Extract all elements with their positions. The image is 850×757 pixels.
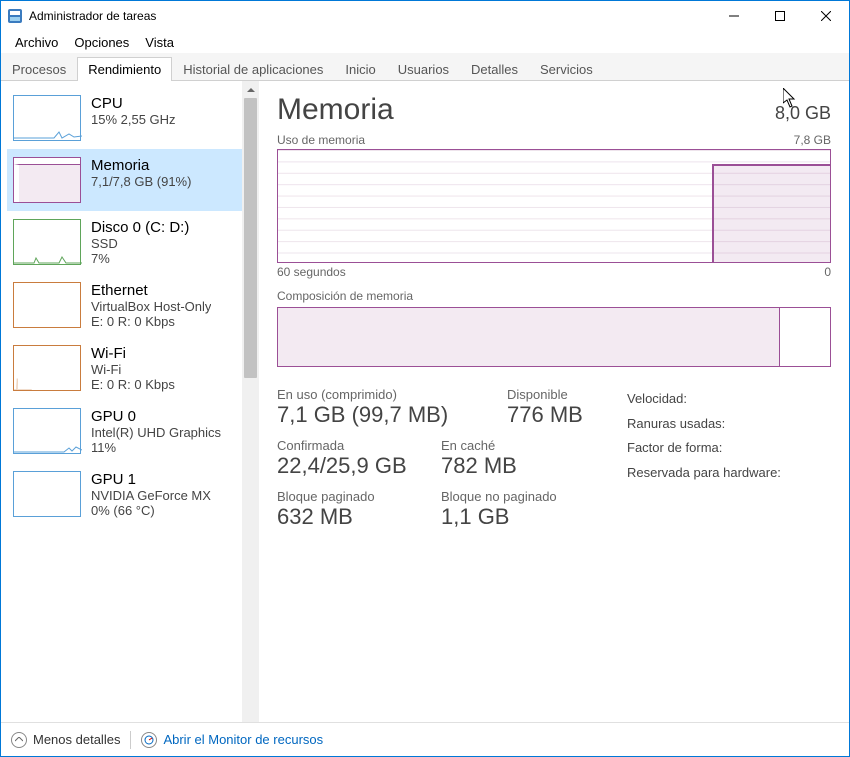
minimize-button[interactable] [711,1,757,31]
stat-label: Velocidad: [627,387,817,412]
tab-bar: Procesos Rendimiento Historial de aplica… [1,53,849,81]
stat-value: 1,1 GB [441,504,597,530]
sidebar-item-disk[interactable]: Disco 0 (C: D:)SSD7% [7,211,242,274]
tab-services[interactable]: Servicios [529,57,604,81]
wifi-thumbnail [13,345,81,391]
sidebar-label: Ethernet [91,282,211,299]
disk-thumbnail [13,219,81,265]
stat-label: Ranuras usadas: [627,412,817,437]
chart-xmin: 60 segundos [277,265,346,279]
sidebar-value: 7,1/7,8 GB (91%) [91,174,191,189]
sidebar-value: 7% [91,251,189,266]
stat-label: Bloque no paginado [441,489,597,504]
scrollbar[interactable] [242,81,259,722]
stat-value: 782 MB [441,453,597,479]
stat-label: En uso (comprimido) [277,387,487,402]
tab-performance[interactable]: Rendimiento [77,57,172,81]
sidebar-item-gpu1[interactable]: GPU 1NVIDIA GeForce MX0% (66 °C) [7,463,242,526]
tab-startup[interactable]: Inicio [334,57,386,81]
sidebar-item-memory[interactable]: Memoria7,1/7,8 GB (91%) [7,149,242,211]
gpu-thumbnail [13,408,81,454]
memory-usage-chart [277,149,831,263]
sidebar-value: 15% 2,55 GHz [91,112,176,127]
stat-label: Confirmada [277,438,433,453]
stat-label: En caché [441,438,597,453]
sidebar-item-ethernet[interactable]: EthernetVirtualBox Host-OnlyE: 0 R: 0 Kb… [7,274,242,337]
memory-composition-chart [277,307,831,367]
tab-app-history[interactable]: Historial de aplicaciones [172,57,334,81]
tab-users[interactable]: Usuarios [387,57,460,81]
sidebar-label: Wi-Fi [91,345,175,362]
stat-label: Reservada para hardware: [627,461,817,486]
stat-label: Disponible [507,387,583,402]
tab-processes[interactable]: Procesos [1,57,77,81]
maximize-button[interactable] [757,1,803,31]
sidebar-label: GPU 0 [91,408,221,425]
sidebar-value: 0% (66 °C) [91,503,211,518]
sidebar-value: 11% [91,440,221,455]
stat-label: Factor de forma: [627,436,817,461]
fewer-details-button[interactable]: Menos detalles [11,732,120,748]
sidebar-value: E: 0 R: 0 Kbps [91,377,175,392]
separator [130,731,131,749]
menubar: Archivo Opciones Vista [1,31,849,53]
sidebar-value: Wi-Fi [91,362,175,377]
total-memory: 8,0 GB [775,103,831,124]
page-title: Memoria [277,93,394,127]
monitor-icon [141,732,157,748]
stat-value: 776 MB [507,402,583,428]
statusbar: Menos detalles Abrir el Monitor de recur… [1,722,849,756]
sidebar: CPU15% 2,55 GHz Memoria7,1/7,8 GB (91%) … [1,81,259,722]
gpu-thumbnail [13,471,81,517]
scroll-up-icon[interactable] [242,81,259,98]
app-icon [7,8,23,24]
sidebar-label: CPU [91,95,176,112]
memory-thumbnail [13,157,81,203]
chart-max: 7,8 GB [794,133,831,147]
sidebar-item-gpu0[interactable]: GPU 0Intel(R) UHD Graphics11% [7,400,242,463]
menu-options[interactable]: Opciones [66,33,137,52]
sidebar-item-wifi[interactable]: Wi-FiWi-FiE: 0 R: 0 Kbps [7,337,242,400]
sidebar-value: NVIDIA GeForce MX [91,488,211,503]
stat-value: 22,4/25,9 GB [277,453,433,479]
window-title: Administrador de tareas [29,9,711,23]
titlebar[interactable]: Administrador de tareas [1,1,849,31]
stat-label: Bloque paginado [277,489,433,504]
sidebar-label: Memoria [91,157,191,174]
sidebar-label: Disco 0 (C: D:) [91,219,189,236]
menu-file[interactable]: Archivo [7,33,66,52]
chart-label: Uso de memoria [277,133,365,147]
sidebar-label: GPU 1 [91,471,211,488]
sidebar-value: Intel(R) UHD Graphics [91,425,221,440]
sidebar-item-cpu[interactable]: CPU15% 2,55 GHz [7,87,242,149]
cpu-thumbnail [13,95,81,141]
ethernet-thumbnail [13,282,81,328]
open-resource-monitor-link[interactable]: Abrir el Monitor de recursos [141,732,323,748]
main-panel: Memoria 8,0 GB Uso de memoria 7,8 GB 60 … [259,81,849,722]
chevron-up-icon [11,732,27,748]
stat-value: 632 MB [277,504,433,530]
tab-details[interactable]: Detalles [460,57,529,81]
scroll-thumb[interactable] [244,98,257,378]
sidebar-value: SSD [91,236,189,251]
stat-value: 7,1 GB (99,7 MB) [277,402,487,428]
menu-view[interactable]: Vista [137,33,182,52]
close-button[interactable] [803,1,849,31]
chart-xmax: 0 [824,265,831,279]
sidebar-value: VirtualBox Host-Only [91,299,211,314]
sidebar-value: E: 0 R: 0 Kbps [91,314,211,329]
composition-label: Composición de memoria [277,289,831,303]
